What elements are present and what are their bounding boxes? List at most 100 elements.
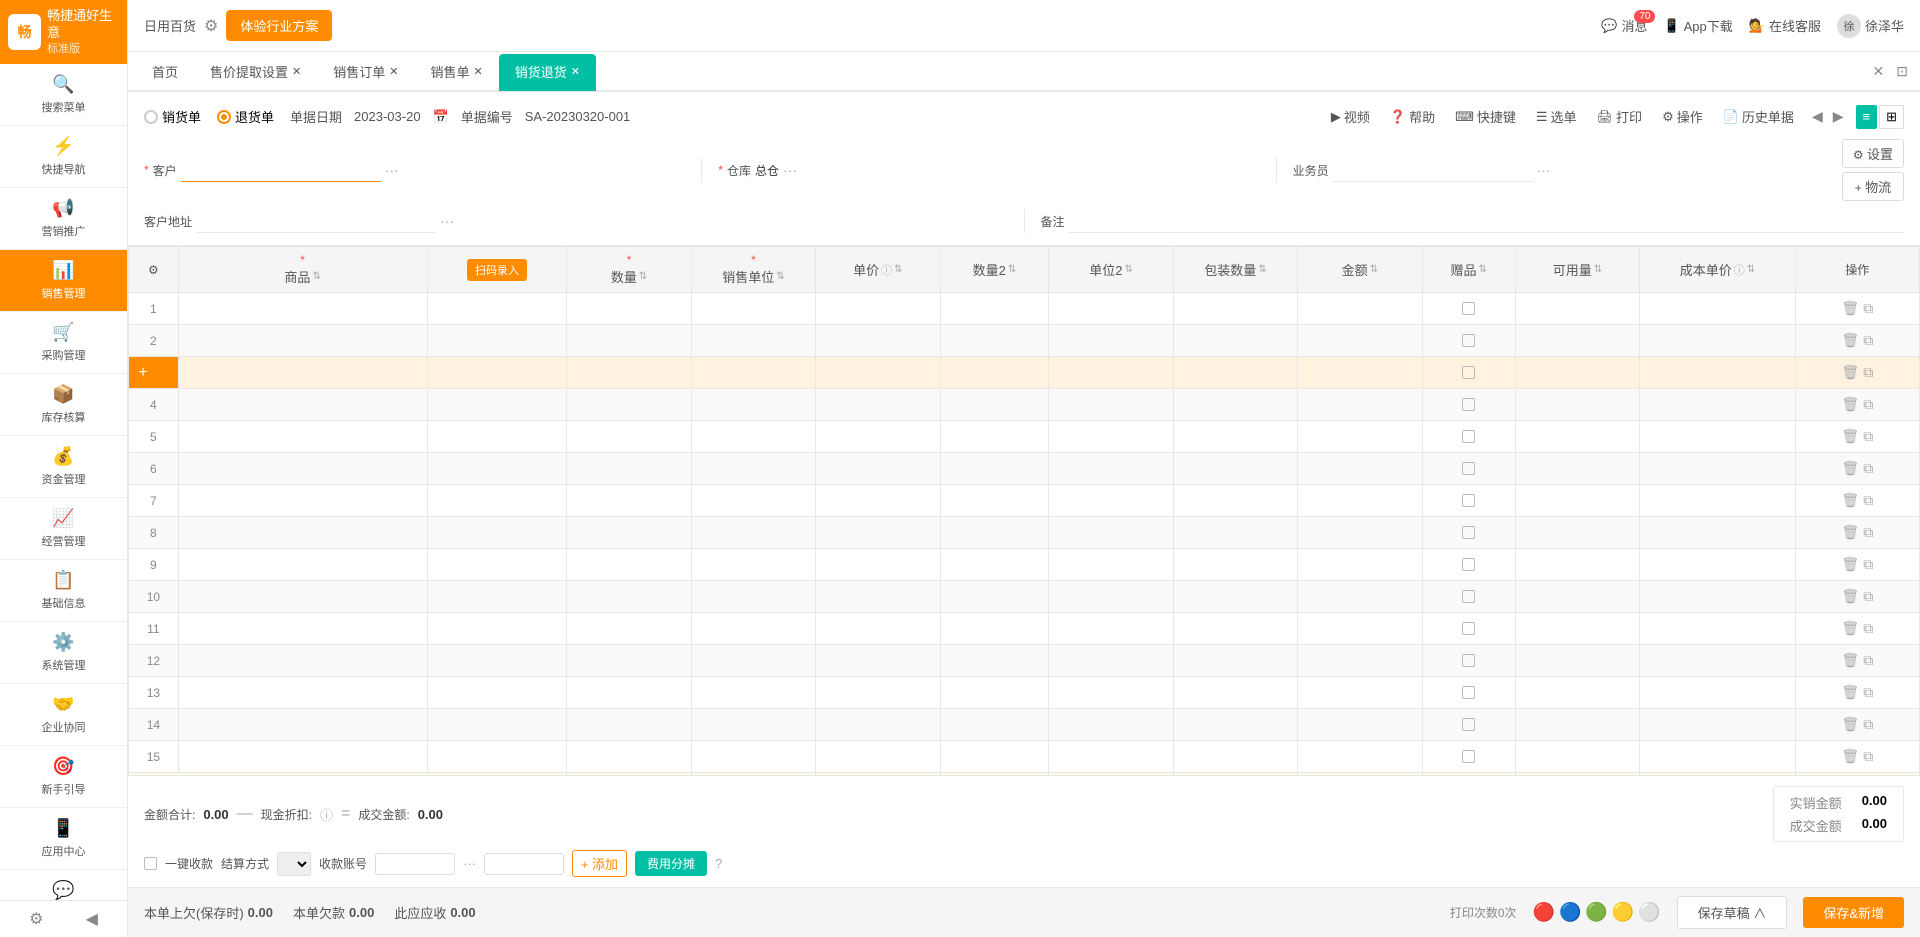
customer-select-btn[interactable]: ··· <box>385 162 399 178</box>
unit2-cell[interactable] <box>1049 293 1173 325</box>
delete-row-btn[interactable]: 🗑 <box>1841 332 1859 349</box>
cost-price-cell[interactable] <box>1640 677 1795 709</box>
tab-sales-bill[interactable]: 销售单 ✕ <box>414 54 498 91</box>
available-cell[interactable] <box>1515 645 1639 677</box>
amount-cell[interactable] <box>1298 645 1422 677</box>
amount-cell[interactable] <box>1298 741 1422 773</box>
qty2-cell[interactable] <box>940 421 1049 453</box>
sidebar-item-sales[interactable]: 📊 销售管理 <box>0 250 127 312</box>
cost-price-cell[interactable] <box>1640 741 1795 773</box>
gift-cell[interactable] <box>1422 421 1515 453</box>
delete-row-btn[interactable]: 🗑 <box>1841 716 1859 733</box>
sales-unit-cell[interactable] <box>691 325 815 357</box>
unit2-cell[interactable] <box>1049 677 1173 709</box>
product-cell[interactable] <box>178 389 427 421</box>
sort-unit[interactable]: ⇅ <box>776 271 784 282</box>
col-settings[interactable]: ⚙ <box>129 247 179 293</box>
next-record-btn[interactable]: ▶ <box>1829 106 1848 127</box>
calendar-icon[interactable]: 📅 <box>433 109 449 125</box>
pack-qty-cell[interactable] <box>1173 453 1297 485</box>
amount-cell[interactable] <box>1298 709 1422 741</box>
save-draft-button[interactable]: 保存草稿 ∧ <box>1677 896 1788 929</box>
gift-checkbox[interactable] <box>1462 654 1475 667</box>
radio-return-bill[interactable]: 退货单 <box>217 107 274 126</box>
sales-unit-cell[interactable] <box>691 709 815 741</box>
unit2-cell[interactable] <box>1049 421 1173 453</box>
product-cell[interactable] <box>178 645 427 677</box>
tab-close-price-extract[interactable]: ✕ <box>292 65 301 78</box>
collapse-btn[interactable]: ◀ <box>86 909 98 929</box>
amount-cell[interactable] <box>1298 421 1422 453</box>
price-cell[interactable] <box>816 485 940 517</box>
cost-price-cell[interactable] <box>1640 293 1795 325</box>
gift-cell[interactable] <box>1422 741 1515 773</box>
pack-qty-cell[interactable] <box>1173 389 1297 421</box>
product-cell[interactable] <box>178 357 427 389</box>
amount-cell[interactable] <box>1298 613 1422 645</box>
gift-cell[interactable] <box>1422 613 1515 645</box>
sales-unit-cell[interactable] <box>691 677 815 709</box>
gift-checkbox[interactable] <box>1462 334 1475 347</box>
pack-qty-cell[interactable] <box>1173 357 1297 389</box>
delete-row-btn[interactable]: 🗑 <box>1841 364 1859 381</box>
online-service-btn[interactable]: 💁 在线客服 <box>1749 16 1821 35</box>
sidebar-item-search[interactable]: 🔍 搜索菜单 <box>0 64 127 126</box>
sales-unit-cell[interactable] <box>691 453 815 485</box>
amount-cell[interactable] <box>1298 485 1422 517</box>
available-cell[interactable] <box>1515 517 1639 549</box>
amount-cell[interactable] <box>1298 517 1422 549</box>
product-input[interactable] <box>183 365 423 380</box>
available-cell[interactable] <box>1515 677 1639 709</box>
radio-sale-bill[interactable]: 销货单 <box>144 107 201 126</box>
available-cell[interactable] <box>1515 709 1639 741</box>
fee-help-icon[interactable]: ? <box>715 856 722 871</box>
gift-cell[interactable] <box>1422 485 1515 517</box>
copy-row-btn[interactable]: ⧉ <box>1863 588 1873 605</box>
qty-cell[interactable] <box>567 389 691 421</box>
pack-qty-cell[interactable] <box>1173 293 1297 325</box>
one-key-payment-checkbox[interactable] <box>144 857 157 870</box>
cost-price-cell[interactable] <box>1640 357 1795 389</box>
available-cell[interactable] <box>1515 613 1639 645</box>
qty2-cell[interactable] <box>940 293 1049 325</box>
amount-cell[interactable] <box>1298 389 1422 421</box>
sales-unit-cell[interactable] <box>691 485 815 517</box>
qty2-cell[interactable] <box>940 357 1049 389</box>
logistics-side-btn[interactable]: + 物流 <box>1842 172 1904 201</box>
delete-row-btn[interactable]: 🗑 <box>1841 748 1859 765</box>
pack-qty-cell[interactable] <box>1173 485 1297 517</box>
gift-cell[interactable] <box>1422 325 1515 357</box>
gift-checkbox[interactable] <box>1462 366 1475 379</box>
gift-cell[interactable] <box>1422 677 1515 709</box>
unit2-cell[interactable] <box>1049 741 1173 773</box>
gift-cell[interactable] <box>1422 517 1515 549</box>
close-tab-btn[interactable]: ✕ <box>1869 61 1889 82</box>
unit2-cell[interactable] <box>1049 645 1173 677</box>
pack-qty-cell[interactable] <box>1173 613 1297 645</box>
available-cell[interactable] <box>1515 549 1639 581</box>
qty-cell[interactable] <box>567 741 691 773</box>
cost-price-cell[interactable] <box>1640 517 1795 549</box>
unit2-cell[interactable] <box>1049 453 1173 485</box>
product-cell[interactable] <box>178 709 427 741</box>
copy-row-btn[interactable]: ⧉ <box>1863 716 1873 733</box>
help-btn[interactable]: ❓ 帮助 <box>1384 104 1441 129</box>
tab-price-extract[interactable]: 售价提取设置 ✕ <box>194 54 317 91</box>
qty2-cell[interactable] <box>940 677 1049 709</box>
price-cell[interactable] <box>816 453 940 485</box>
cost-price-cell[interactable] <box>1640 613 1795 645</box>
qty2-cell[interactable] <box>940 517 1049 549</box>
cost-price-cell[interactable] <box>1640 709 1795 741</box>
qty-cell[interactable] <box>567 613 691 645</box>
cost-price-cell[interactable] <box>1640 581 1795 613</box>
tab-close-sales-return[interactable]: ✕ <box>571 65 580 78</box>
delete-row-btn[interactable]: 🗑 <box>1841 396 1859 413</box>
available-cell[interactable] <box>1515 421 1639 453</box>
qty-cell[interactable] <box>567 293 691 325</box>
product-cell[interactable] <box>178 581 427 613</box>
sort-avail[interactable]: ⇅ <box>1594 264 1602 275</box>
delete-row-btn[interactable]: 🗑 <box>1841 460 1859 477</box>
product-cell[interactable] <box>178 485 427 517</box>
product-cell[interactable] <box>178 613 427 645</box>
qty2-cell[interactable] <box>940 485 1049 517</box>
